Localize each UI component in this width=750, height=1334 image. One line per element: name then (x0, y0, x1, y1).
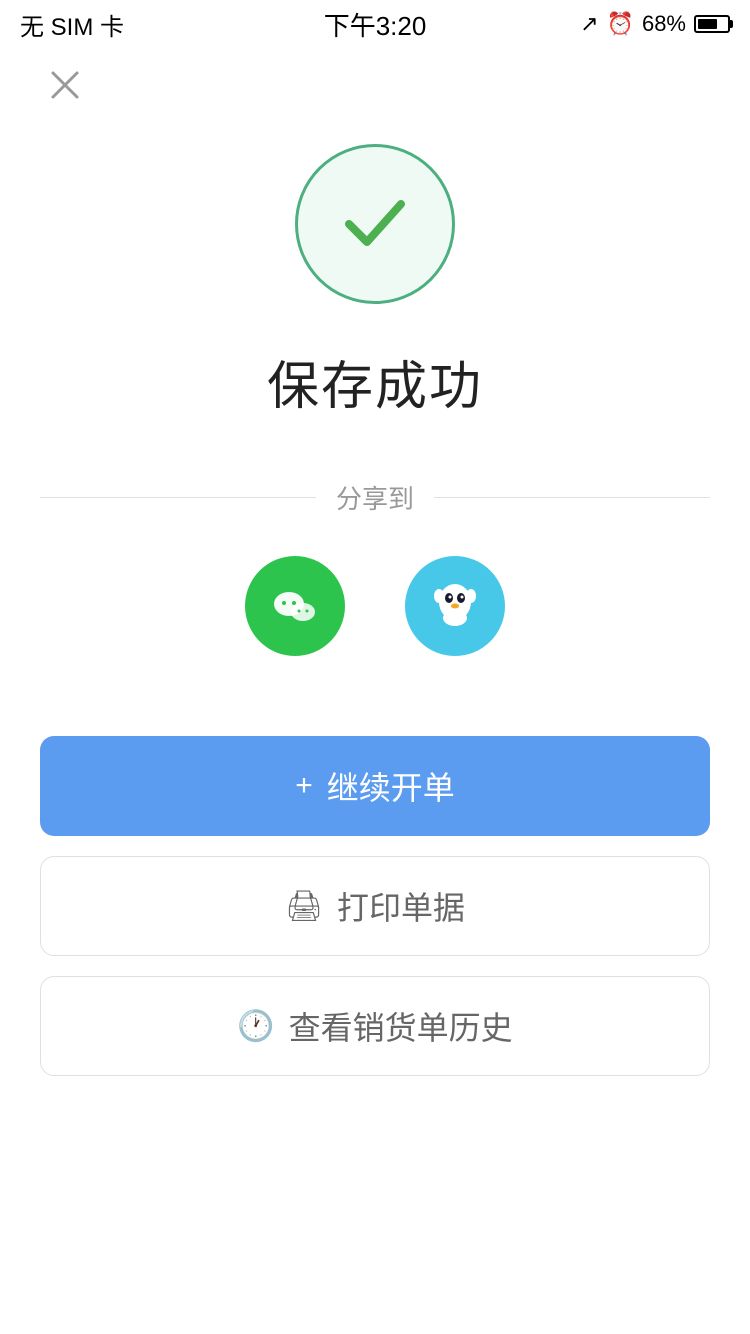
share-icons (40, 556, 710, 656)
history-button[interactable]: 🕐 查看销货单历史 (40, 976, 710, 1076)
continue-label: 继续开单 (327, 763, 455, 809)
location-icon: ↗ (580, 11, 598, 37)
print-button[interactable]: 🖨 打印单据 (40, 856, 710, 956)
main-content: 保存成功 分享到 (0, 44, 750, 1076)
close-button[interactable] (40, 60, 90, 110)
print-label: 打印单据 (337, 883, 465, 929)
plus-icon: + (295, 769, 313, 803)
success-title: 保存成功 (267, 344, 483, 419)
checkmark-icon (335, 182, 415, 267)
printer-icon: 🖨 (285, 889, 323, 924)
time-display: 下午3:20 (324, 6, 427, 43)
sim-label: 无 SIM 卡 (20, 7, 124, 42)
share-section: 分享到 (0, 479, 750, 656)
battery-icon (694, 15, 730, 33)
wechat-share-button[interactable] (245, 556, 345, 656)
wechat-icon (267, 578, 323, 634)
clock-icon: 🕐 (237, 1009, 274, 1044)
status-right: ↗ ⏰ 68% (580, 11, 730, 37)
qq-share-button[interactable] (405, 556, 505, 656)
continue-button[interactable]: + 继续开单 (40, 736, 710, 836)
action-buttons: + 继续开单 🖨 打印单据 🕐 查看销货单历史 (0, 736, 750, 1076)
status-left: 无 SIM 卡 (20, 7, 132, 42)
history-label: 查看销货单历史 (289, 1003, 513, 1049)
qq-icon (425, 576, 485, 636)
alarm-icon: ⏰ (607, 11, 634, 37)
share-divider: 分享到 (40, 479, 710, 516)
share-label: 分享到 (336, 479, 414, 516)
success-circle (295, 144, 455, 304)
battery-percentage: 68% (642, 11, 686, 37)
status-bar: 无 SIM 卡 下午3:20 ↗ ⏰ 68% (0, 0, 750, 44)
